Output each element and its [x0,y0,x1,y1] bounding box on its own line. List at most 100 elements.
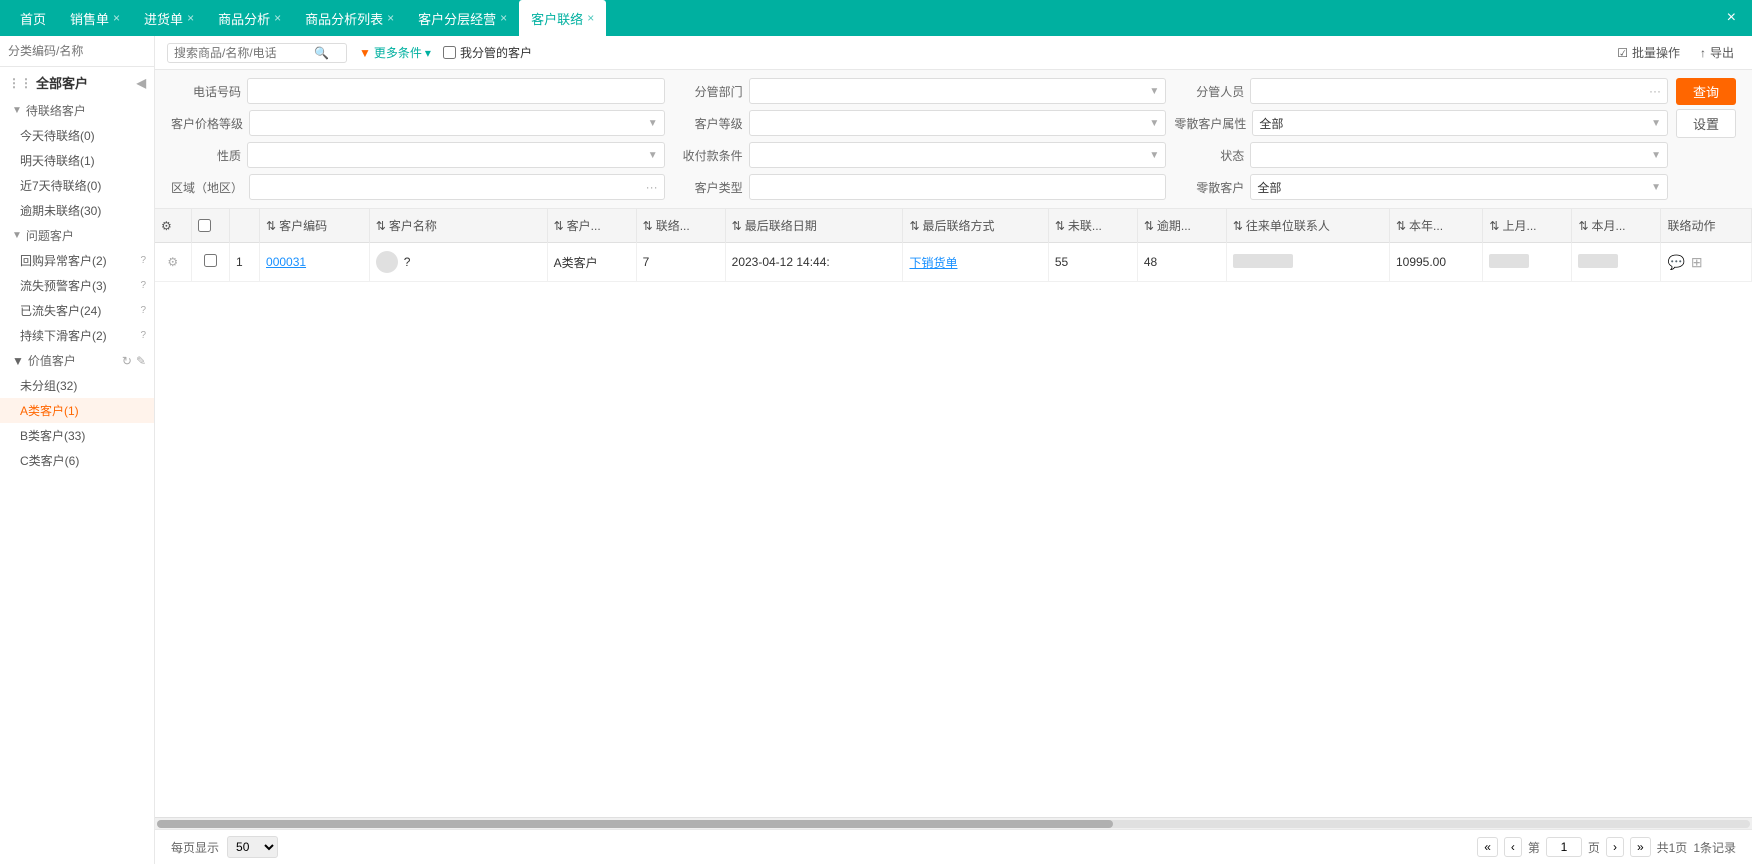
problem-group[interactable]: ▼ 问题客户 [0,223,154,248]
page-size-select[interactable]: 102050100 [227,836,278,858]
filter-search-container: 🔍 [167,43,347,63]
nav-analysis[interactable]: 商品分析 × [206,0,293,36]
th-settings[interactable]: ⚙ [155,209,191,243]
sidebar-item-tomorrow[interactable]: 明天待联络(1) [0,148,154,173]
batch-op-btn[interactable]: ☑ 批量操作 [1611,42,1686,63]
more-filter-btn[interactable]: ▼ 更多条件 ▾ [359,44,431,61]
my-customer-checkbox[interactable] [443,46,456,59]
nav-analysis-close[interactable]: × [274,11,281,25]
scroll-track[interactable] [157,820,1750,828]
th-last-date[interactable]: ⇅ 最后联络日期 [725,209,903,243]
th-name[interactable]: ⇅ 客户名称 [369,209,547,243]
th-overdue[interactable]: ⇅ 逾期... [1137,209,1226,243]
sidebar-item-churned[interactable]: 已流失客户(24) ? [0,298,154,323]
row-checkbox[interactable] [204,254,217,267]
th-this-month[interactable]: ⇅ 本月... [1572,209,1661,243]
th-code[interactable]: ⇅ 客户编码 [260,209,370,243]
sidebar-item-today[interactable]: 今天待联络(0) [0,123,154,148]
retail-attr-input[interactable]: 全部 ▼ [1252,110,1668,136]
help-icon-churned[interactable]: ? [140,305,146,316]
scroll-thumb[interactable] [157,820,1113,828]
setting-button[interactable]: 设置 [1676,109,1736,138]
prev-page-btn[interactable]: ‹ [1504,837,1522,857]
sidebar-search-input[interactable] [8,44,155,58]
nav-purchase[interactable]: 进货单 × [132,0,206,36]
sidebar-item-type-c[interactable]: C类客户(6) [0,448,154,473]
cell-last-method[interactable]: 下销货单 [903,243,1048,282]
cell-settings[interactable]: ⚙ [155,243,191,282]
grid-icon[interactable]: ⊞ [1691,254,1703,271]
sidebar-item-type-b[interactable]: B类客户(33) [0,423,154,448]
th-contact-sort-icon: ⇅ [643,219,653,233]
nav-analysis-list-close[interactable]: × [387,11,394,25]
query-button[interactable]: 查询 [1676,78,1736,105]
all-customers-header[interactable]: ⋮⋮ 全部客户 ◀ [0,67,154,98]
th-last-month[interactable]: ⇅ 上月... [1483,209,1572,243]
nature-input[interactable]: ▼ [247,142,665,168]
value-group-header[interactable]: ▼ 价值客户 ↻ ✎ [0,348,154,373]
th-category[interactable]: ⇅ 客户... [547,209,636,243]
customer-level-input[interactable]: ▼ [749,110,1167,136]
dept-input[interactable]: ▼ [749,78,1167,104]
sidebar-item-7days[interactable]: 近7天待联络(0) [0,173,154,198]
sidebar-item-declining[interactable]: 持续下滑客户(2) ? [0,323,154,348]
sidebar-item-churn-warning[interactable]: 流失预警客户(3) ? [0,273,154,298]
status-input[interactable]: ▼ [1250,142,1668,168]
region-input[interactable]: ··· [249,174,665,200]
value-group-label: 价值客户 [28,352,76,369]
cell-action: 💬 ⊞ [1661,243,1752,282]
filter-search-input[interactable] [174,46,314,60]
refresh-icon[interactable]: ↻ [122,354,132,368]
th-contact[interactable]: ⇅ 联络... [636,209,725,243]
nav-customer-contact-close[interactable]: × [587,11,594,25]
nav-purchase-close[interactable]: × [187,11,194,25]
pending-contact-group[interactable]: ▼ 待联络客户 [0,98,154,123]
th-this-year[interactable]: ⇅ 本年... [1389,209,1482,243]
edit-icon[interactable]: ✎ [136,354,146,368]
nav-sales-close[interactable]: × [113,11,120,25]
nav-home[interactable]: 首页 [8,0,58,36]
sidebar-item-type-a[interactable]: A类客户(1) [0,398,154,423]
sidebar-item-ungrouped[interactable]: 未分组(32) [0,373,154,398]
help-icon-repurchase[interactable]: ? [140,255,146,266]
next-page-btn[interactable]: › [1606,837,1624,857]
th-this-year-sort-icon: ⇅ [1396,219,1406,233]
customer-code-link[interactable]: 000031 [266,255,306,269]
first-page-btn[interactable]: « [1477,837,1498,857]
window-close-btn[interactable]: × [1719,9,1744,27]
help-icon-declining[interactable]: ? [140,330,146,341]
nav-customer-tier[interactable]: 客户分层经营 × [406,0,519,36]
sidebar-item-repurchase-abnormal[interactable]: 回购异常客户(2) ? [0,248,154,273]
th-checkbox[interactable] [191,209,230,243]
page-number-input[interactable] [1546,837,1582,857]
nav-sales[interactable]: 销售单 × [58,0,132,36]
cell-code[interactable]: 000031 [260,243,370,282]
retail2-input[interactable]: 全部 ▼ [1250,174,1668,200]
filter-search-icon[interactable]: 🔍 [314,46,329,60]
price-level-input[interactable]: ▼ [249,110,665,136]
chat-icon[interactable]: 💬 [1667,254,1684,271]
nav-customer-contact[interactable]: 客户联络 × [519,0,606,36]
help-icon-churn-warning[interactable]: ? [140,280,146,291]
cell-checkbox[interactable] [191,243,230,282]
nature-down-icon: ▼ [648,150,658,161]
nav-analysis-list[interactable]: 商品分析列表 × [293,0,406,36]
my-customer-checkbox-container[interactable]: 我分管的客户 [443,44,532,61]
select-all-checkbox[interactable] [198,219,211,232]
sidebar-collapse-icon[interactable]: ◀ [137,76,146,90]
nav-customer-tier-close[interactable]: × [500,11,507,25]
staff-input[interactable]: ··· [1250,78,1668,104]
export-btn[interactable]: ↑ 导出 [1694,42,1740,63]
th-last-method[interactable]: ⇅ 最后联络方式 [903,209,1048,243]
sidebar-item-overdue[interactable]: 逾期未联络(30) [0,198,154,223]
type-input[interactable] [749,174,1167,200]
cell-name[interactable]: ? [369,243,547,282]
last-method-link[interactable]: 下销货单 [909,256,957,270]
last-page-btn[interactable]: » [1630,837,1651,857]
th-unit-contacts[interactable]: ⇅ 往来单位联系人 [1226,209,1389,243]
th-no-contact[interactable]: ⇅ 未联... [1048,209,1137,243]
phone-input[interactable] [247,78,665,104]
horizontal-scrollbar[interactable] [155,817,1752,829]
payment-input[interactable]: ▼ [749,142,1167,168]
cell-contacts [1226,243,1389,282]
